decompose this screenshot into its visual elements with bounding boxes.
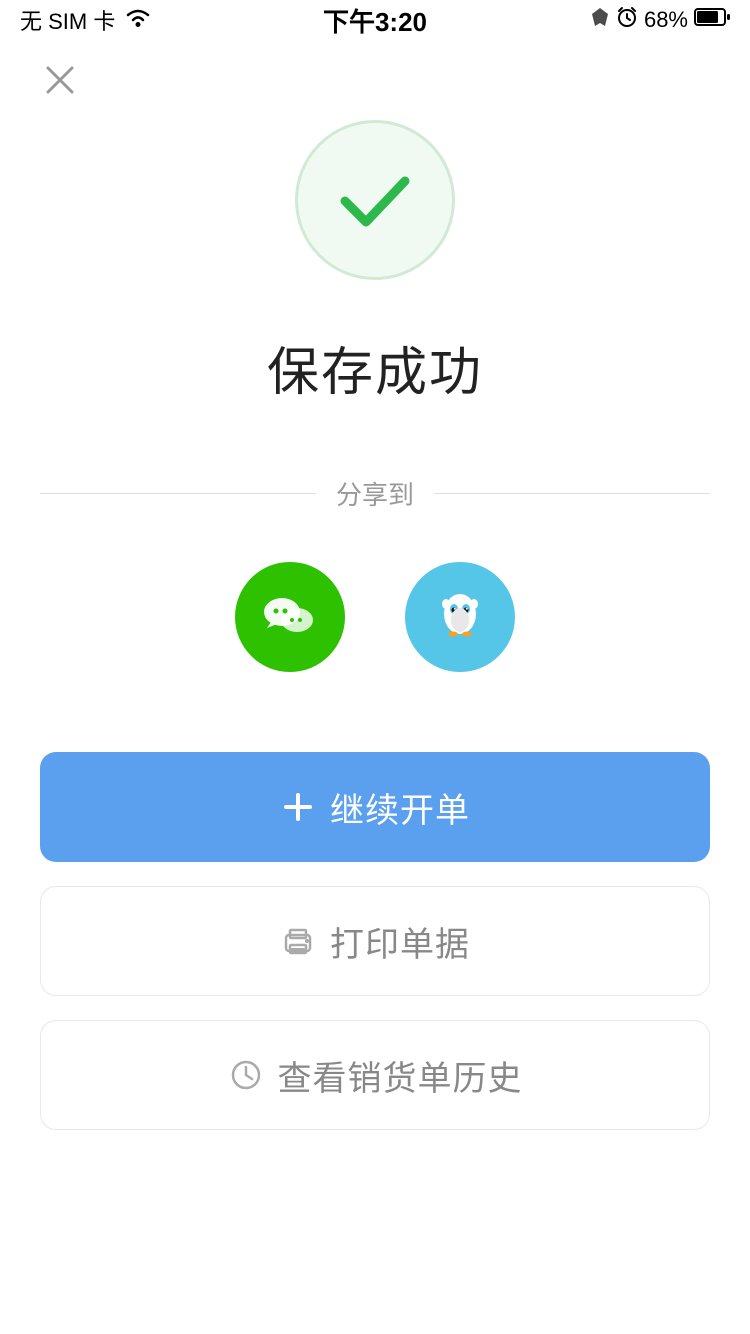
checkmark-icon xyxy=(330,155,420,245)
success-circle xyxy=(295,120,455,280)
status-bar: 无 SIM 卡 下午3:20 68% xyxy=(0,0,750,40)
status-right: 68% xyxy=(590,6,730,34)
divider-left xyxy=(40,493,316,494)
wechat-icon xyxy=(257,584,323,650)
history-button[interactable]: 查看销货单历史 xyxy=(40,1020,710,1130)
success-title: 保存成功 xyxy=(267,330,483,405)
wifi-icon xyxy=(123,6,153,34)
printer-icon xyxy=(280,923,316,959)
alarm-icon xyxy=(616,6,638,34)
share-wechat-button[interactable] xyxy=(235,562,345,672)
print-button[interactable]: 打印单据 xyxy=(40,886,710,996)
continue-button[interactable]: 继续开单 xyxy=(40,752,710,862)
battery-text: 68% xyxy=(644,7,688,33)
share-section: 分享到 xyxy=(0,475,750,512)
status-time: 下午3:20 xyxy=(323,2,427,39)
battery-icon xyxy=(694,7,730,33)
action-buttons: 继续开单 打印单据 xyxy=(0,752,750,1130)
qq-icon xyxy=(427,584,493,650)
continue-button-label: 继续开单 xyxy=(330,783,470,832)
divider-right xyxy=(434,493,710,494)
share-icons-container xyxy=(235,562,515,672)
clock-icon xyxy=(228,1057,264,1093)
main-content: 保存成功 分享到 xyxy=(0,40,750,1130)
close-button[interactable] xyxy=(36,56,84,104)
location-icon xyxy=(590,6,610,34)
status-left: 无 SIM 卡 xyxy=(20,4,153,36)
share-qq-button[interactable] xyxy=(405,562,515,672)
print-button-label: 打印单据 xyxy=(330,917,470,966)
no-sim-text: 无 SIM 卡 xyxy=(20,4,115,36)
share-label: 分享到 xyxy=(316,475,434,512)
history-button-label: 查看销货单历史 xyxy=(278,1051,523,1100)
plus-icon xyxy=(280,789,316,825)
